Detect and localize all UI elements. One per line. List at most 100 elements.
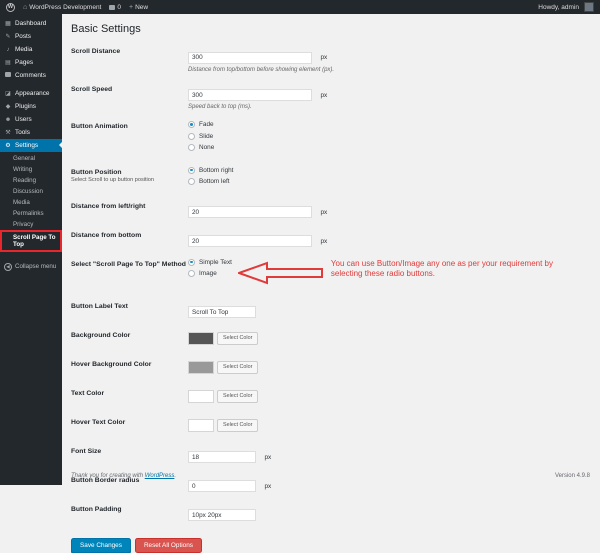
hover-background-color-select-button[interactable]: Select Color — [217, 360, 259, 374]
radio-bottom-left[interactable]: Bottom left — [188, 178, 590, 185]
submenu-item-writing[interactable]: Writing — [0, 164, 62, 175]
sidebar-item-tools[interactable]: ⚒ Tools — [0, 126, 62, 139]
radio-none[interactable]: None — [188, 144, 590, 151]
sidebar-item-label: Comments — [15, 72, 46, 79]
sidebar-item-label: Users — [15, 116, 32, 123]
site-name-label: WordPress Development — [29, 3, 102, 11]
annotation-text: You can use Button/Image any one as per … — [330, 258, 553, 278]
method-label: Select "Scroll Page To Top" Method — [71, 260, 186, 268]
admin-bar-comments[interactable]: 0 — [109, 4, 121, 11]
tools-icon: ⚒ — [5, 130, 11, 136]
radio-image[interactable]: Image — [188, 270, 232, 277]
sidebar-item-label: Tools — [15, 129, 30, 136]
text-color-label: Text Color — [71, 389, 105, 397]
scroll-speed-input[interactable] — [188, 89, 312, 101]
users-icon: ☻ — [4, 116, 12, 123]
hover-background-color-swatch[interactable] — [188, 360, 214, 374]
background-color-swatch[interactable] — [188, 331, 214, 345]
sidebar-item-label: Appearance — [15, 90, 50, 97]
reset-all-options-button[interactable]: Reset All Options — [134, 537, 202, 553]
radio-slide[interactable]: Slide — [188, 132, 590, 140]
action-buttons: Save Changes Reset All Options — [71, 537, 590, 553]
row-font-size: Font Size px — [71, 446, 590, 464]
page-title: Basic Settings — [71, 23, 141, 35]
submenu-item-scroll-page-to-top[interactable]: Scroll Page To Top — [0, 230, 62, 252]
sidebar-item-label: Plugins — [15, 103, 36, 110]
radio-button-icon — [188, 144, 195, 151]
button-position-sublabel: Select Scroll to up button position — [71, 176, 155, 183]
wordpress-logo-button[interactable]: W — [6, 2, 15, 12]
red-arrow-left-icon — [235, 261, 324, 290]
site-name-link[interactable]: ⌂ WordPress Development — [23, 4, 101, 11]
hover-text-color-select-button[interactable]: Select Color — [217, 418, 259, 432]
font-size-input[interactable] — [188, 451, 256, 463]
sidebar-item-dashboard[interactable]: ▦ Dashboard — [0, 17, 62, 30]
radio-simple-text-label: Simple Text — [199, 258, 232, 266]
submenu-item-general[interactable]: General — [0, 153, 62, 164]
collapse-menu-button[interactable]: ◀ Collapse menu — [0, 260, 62, 273]
hover-background-color-label: Hover Background Color — [71, 360, 152, 368]
distance-lr-input[interactable] — [188, 206, 312, 218]
hover-text-color-label: Hover Text Color — [71, 418, 126, 426]
distance-bottom-label: Distance from bottom — [71, 231, 142, 239]
plugins-icon: ◆ — [5, 104, 11, 110]
row-hover-background-color: Hover Background Color Select Color — [71, 359, 590, 377]
sidebar-item-settings[interactable]: ⚙ Settings — [0, 139, 62, 152]
sidebar-item-media[interactable]: ♪ Media — [0, 43, 62, 56]
radio-button-icon — [188, 258, 195, 266]
sidebar-item-posts[interactable]: ✎ Posts — [0, 30, 62, 43]
button-padding-input[interactable] — [188, 509, 256, 521]
radio-slide-label: Slide — [199, 132, 214, 140]
radio-fade-label: Fade — [199, 121, 214, 128]
submenu-item-media[interactable]: Media — [0, 197, 62, 208]
scroll-distance-input[interactable] — [188, 51, 312, 64]
sidebar-item-label: Pages — [15, 59, 34, 66]
admin-footer: Thank you for creating with WordPress. V… — [71, 473, 590, 479]
sidebar-item-label: Media — [15, 46, 33, 53]
px-suffix: px — [264, 482, 272, 490]
howdy-admin-menu[interactable]: Howdy, admin — [538, 2, 594, 12]
radio-simple-text[interactable]: Simple Text — [188, 258, 232, 266]
new-label: New — [135, 3, 149, 11]
row-text-color: Text Color Select Color — [71, 388, 590, 406]
submenu-item-permalinks[interactable]: Permalinks — [0, 208, 62, 219]
scroll-distance-label: Scroll Distance — [71, 48, 121, 55]
sidebar-item-label: Settings — [15, 142, 39, 149]
settings-submenu: General Writing Reading Discussion Media… — [0, 152, 62, 254]
hover-text-color-swatch[interactable] — [188, 418, 214, 432]
wordpress-logo-icon: W — [6, 2, 15, 12]
wordpress-footer-link[interactable]: WordPress — [145, 473, 175, 479]
px-suffix: px — [264, 453, 272, 461]
sidebar-item-comments[interactable]: Comments — [0, 69, 62, 82]
media-icon: ♪ — [6, 46, 10, 53]
border-radius-input[interactable] — [188, 480, 256, 492]
comments-icon — [109, 4, 116, 10]
footer-thanks: Thank you for creating with WordPress. — [71, 473, 176, 479]
pages-icon: ▤ — [5, 60, 11, 66]
submenu-item-discussion[interactable]: Discussion — [0, 186, 62, 197]
button-position-label: Button Position — [71, 168, 122, 176]
font-size-label: Font Size — [71, 447, 102, 455]
admin-bar: W ⌂ WordPress Development 0 + New Howdy,… — [0, 0, 600, 14]
sidebar-item-users[interactable]: ☻ Users — [0, 113, 62, 126]
sidebar-item-pages[interactable]: ▤ Pages — [0, 56, 62, 69]
sidebar-item-appearance[interactable]: ◪ Appearance — [0, 87, 62, 100]
collapse-icon: ◀ — [4, 262, 12, 271]
distance-bottom-input[interactable] — [188, 235, 312, 247]
radio-button-icon — [188, 270, 195, 277]
radio-bottom-right[interactable]: Bottom right — [188, 166, 590, 174]
submenu-item-reading[interactable]: Reading — [0, 175, 62, 186]
radio-fade[interactable]: Fade — [188, 121, 590, 128]
submenu-item-privacy[interactable]: Privacy — [0, 219, 62, 230]
row-background-color: Background Color Select Color — [71, 330, 590, 348]
button-label-text-input[interactable] — [188, 306, 256, 318]
version-label: Version 4.9.8 — [554, 473, 590, 479]
howdy-label: Howdy, admin — [538, 3, 579, 11]
radio-none-label: None — [199, 144, 215, 151]
background-color-select-button[interactable]: Select Color — [217, 331, 259, 345]
save-changes-button[interactable]: Save Changes — [71, 537, 131, 553]
sidebar-item-plugins[interactable]: ◆ Plugins — [0, 100, 62, 113]
admin-bar-new[interactable]: + New — [129, 4, 148, 11]
text-color-select-button[interactable]: Select Color — [217, 389, 259, 403]
text-color-swatch[interactable] — [188, 389, 214, 403]
